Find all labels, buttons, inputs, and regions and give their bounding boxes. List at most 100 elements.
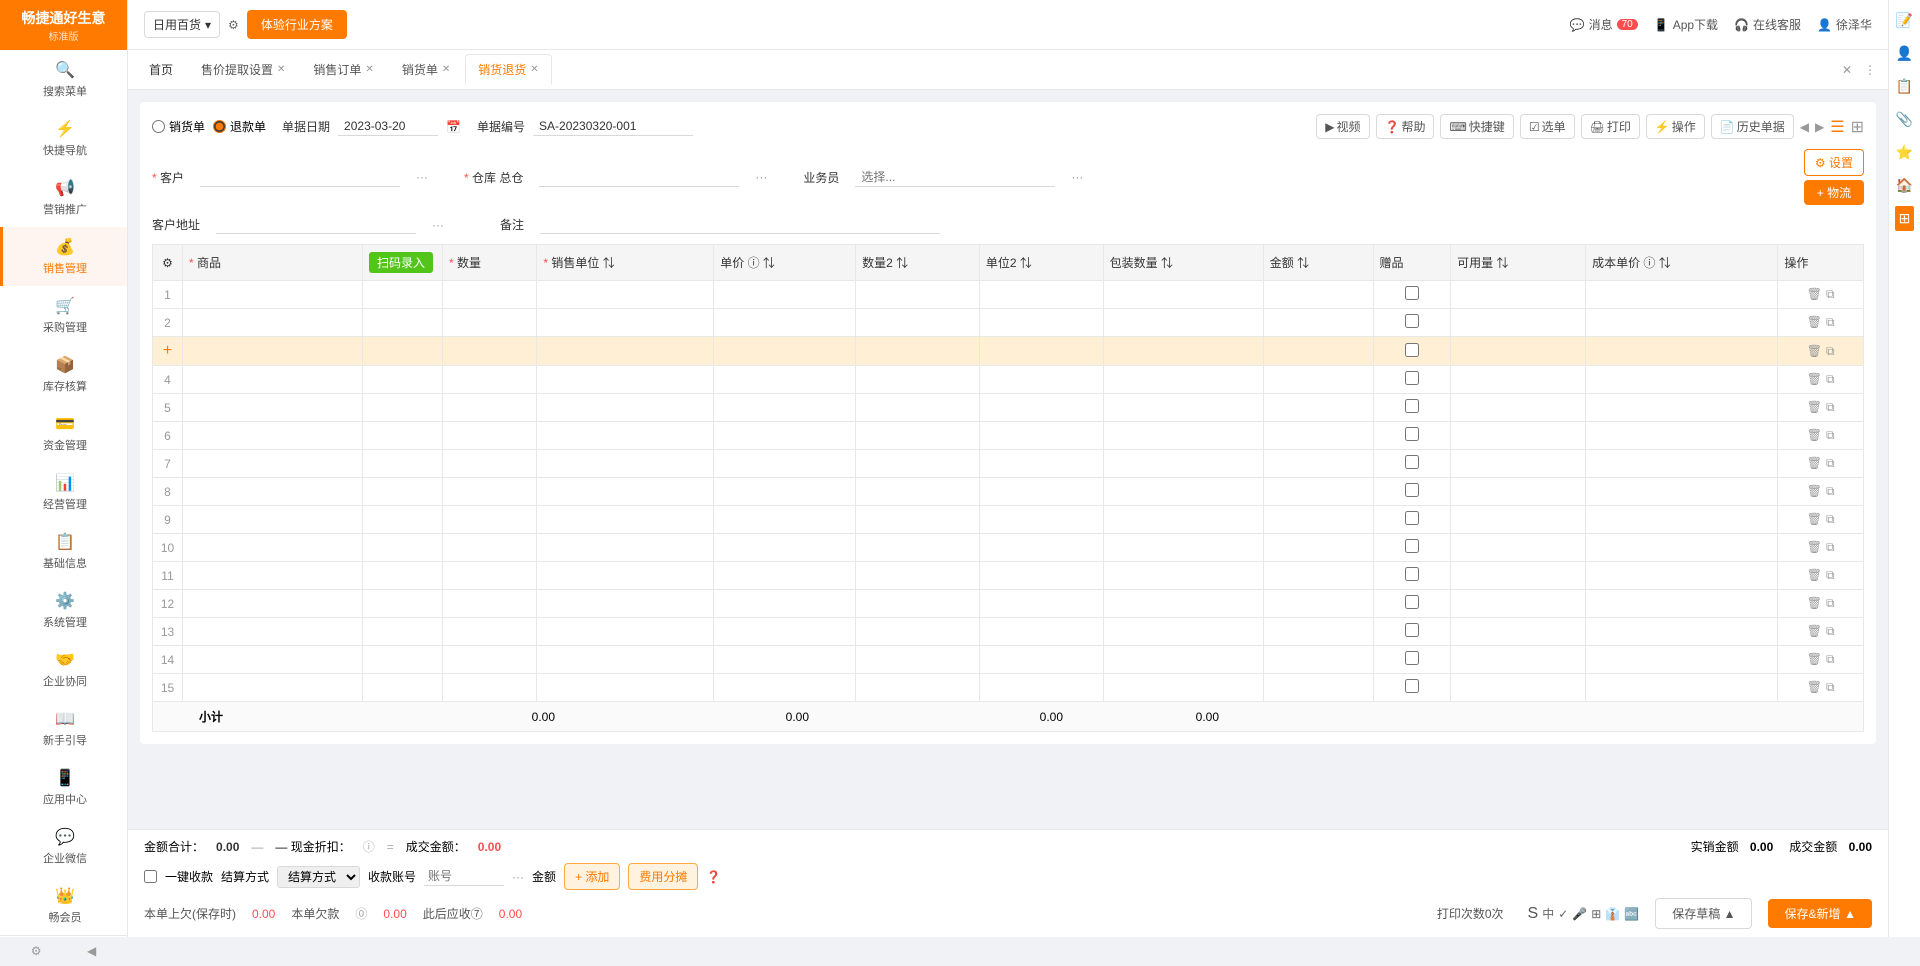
view-list-icon[interactable]: ☰ [1830,117,1844,137]
nav-prev-icon[interactable]: ◀ [1800,120,1809,134]
sidebar-item-basic[interactable]: 📋 基础信息 [0,522,127,581]
gift-checkbox[interactable] [1405,343,1419,357]
gift-cell[interactable] [1373,422,1451,450]
unit2-cell[interactable] [979,337,1103,366]
doc-no-input[interactable] [533,117,693,136]
delete-row-button[interactable]: 🗑 [1807,287,1822,301]
gift-checkbox[interactable] [1405,371,1419,385]
copy-row-button[interactable]: ⧉ [1826,680,1835,694]
addr-ellipsis[interactable]: ··· [432,218,444,232]
tool3-icon[interactable]: 🎤 [1572,907,1587,921]
amount-cell[interactable] [1263,590,1373,618]
sidebar-item-purchase[interactable]: 🛒 采购管理 [0,286,127,345]
save-new-button[interactable]: 保存&新增 ▲ [1768,899,1872,928]
product-cell[interactable] [183,590,363,618]
add-row-button[interactable]: + [163,342,172,360]
sales-unit-cell[interactable] [537,422,714,450]
sales-unit-cell[interactable] [537,281,714,309]
cost-unit-cell[interactable] [1586,281,1778,309]
unit2-cell[interactable] [979,562,1103,590]
product-cell[interactable] [183,646,363,674]
amount-cell[interactable] [1263,281,1373,309]
tab-home[interactable]: 首页 [136,54,186,85]
unit2-cell[interactable] [979,422,1103,450]
available-cell[interactable] [1451,337,1586,366]
cost-unit-cell[interactable] [1586,366,1778,394]
sales-unit-cell[interactable] [537,478,714,506]
available-cell[interactable] [1451,674,1586,702]
tab-sales-close[interactable]: ✕ [442,64,450,75]
available-cell[interactable] [1451,590,1586,618]
sales-unit-cell[interactable] [537,674,714,702]
delete-row-button[interactable]: 🗑 [1807,372,1822,386]
sales-unit-cell[interactable] [537,562,714,590]
gift-cell[interactable] [1373,366,1451,394]
pkg-qty-cell[interactable] [1103,478,1263,506]
gift-cell[interactable] [1373,281,1451,309]
amount-cell[interactable] [1263,618,1373,646]
cost-unit-cell[interactable] [1586,674,1778,702]
cost-unit-cell[interactable] [1586,590,1778,618]
unit2-cell[interactable] [979,478,1103,506]
product-cell[interactable] [183,450,363,478]
one-click-checkbox[interactable] [144,870,157,883]
sales-unit-cell[interactable] [537,506,714,534]
nav-next-icon[interactable]: ▶ [1815,120,1824,134]
gift-checkbox[interactable] [1405,679,1419,693]
copy-row-button[interactable]: ⧉ [1826,372,1835,386]
unit2-cell[interactable] [979,506,1103,534]
gift-cell[interactable] [1373,674,1451,702]
amount-cell[interactable] [1263,562,1373,590]
copy-row-button[interactable]: ⧉ [1826,568,1835,582]
sales-unit-cell[interactable] [537,309,714,337]
app-download-item[interactable]: 📱 App下载 [1654,16,1718,33]
collapse-icon[interactable]: ◀ [87,944,96,958]
unit2-cell[interactable] [979,674,1103,702]
expense-split-btn[interactable]: 费用分摊 [628,863,698,890]
unit-price-cell[interactable] [714,281,856,309]
unit2-cell[interactable] [979,366,1103,394]
sales-unit-cell[interactable] [537,366,714,394]
sales-unit-cell[interactable] [537,646,714,674]
salesperson-ellipsis[interactable]: ··· [1071,170,1083,184]
pkg-qty-cell[interactable] [1103,366,1263,394]
unit-price-cell[interactable] [714,366,856,394]
right-icon-6[interactable]: 🏠 [1892,173,1917,198]
amount-cell[interactable] [1263,450,1373,478]
tab-close-all-icon[interactable]: ✕ [1838,59,1856,81]
amount-cell[interactable] [1263,337,1373,366]
cost-unit-cell[interactable] [1586,506,1778,534]
copy-row-button[interactable]: ⧉ [1826,652,1835,666]
gift-cell[interactable] [1373,562,1451,590]
available-cell[interactable] [1451,309,1586,337]
unit2-cell[interactable] [979,450,1103,478]
copy-row-button[interactable]: ⧉ [1826,344,1835,358]
delete-row-button[interactable]: 🗑 [1807,540,1822,554]
right-icon-2[interactable]: 👤 [1892,41,1917,66]
sidebar-item-appcenter[interactable]: 📱 应用中心 [0,758,127,817]
sidebar-item-marketing[interactable]: 📢 营销推广 [0,168,127,227]
remark-input[interactable] [540,215,940,234]
tool5-icon[interactable]: 👔 [1605,907,1620,921]
gift-cell[interactable] [1373,618,1451,646]
pkg-qty-cell[interactable] [1103,534,1263,562]
qty2-cell[interactable] [856,562,980,590]
cost-unit-cell[interactable] [1586,618,1778,646]
sales-unit-cell[interactable] [537,534,714,562]
tool1-icon[interactable]: 中 [1542,905,1554,922]
gift-checkbox[interactable] [1405,651,1419,665]
delete-row-button[interactable]: 🗑 [1807,456,1822,470]
amount-cell[interactable] [1263,506,1373,534]
cost-unit-cell[interactable] [1586,450,1778,478]
product-input[interactable] [189,344,349,358]
unit-price-cell[interactable] [714,674,856,702]
pkg-qty-cell[interactable] [1103,590,1263,618]
sidebar-item-finance[interactable]: 💳 资金管理 [0,404,127,463]
copy-row-button[interactable]: ⧉ [1826,624,1835,638]
unit-price-cell[interactable] [714,618,856,646]
gift-cell[interactable] [1373,590,1451,618]
available-cell[interactable] [1451,281,1586,309]
unit-price-cell[interactable] [714,590,856,618]
available-cell[interactable] [1451,478,1586,506]
message-item[interactable]: 💬 消息 70 [1570,16,1638,33]
